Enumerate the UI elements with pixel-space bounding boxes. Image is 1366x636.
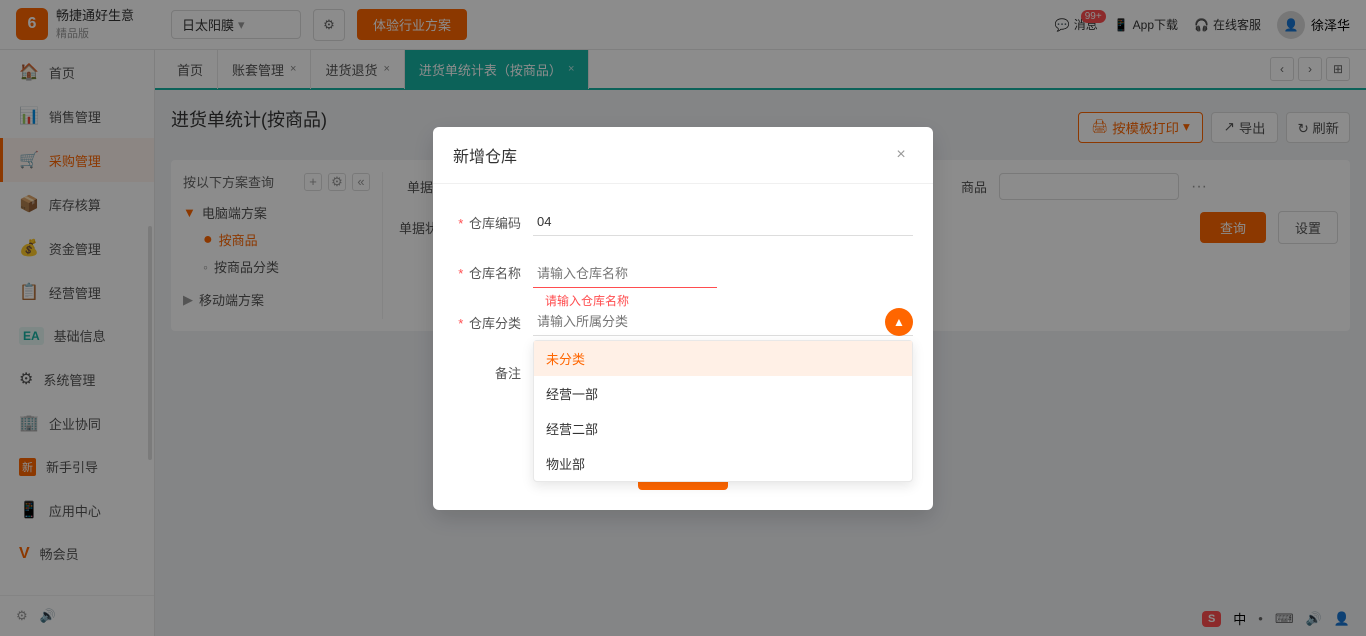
category-dropdown-button[interactable]: ▲: [885, 308, 913, 336]
category-label: * 仓库分类: [453, 308, 533, 340]
dialog-body: * 仓库编码 * 仓库名称 请输入仓库名称 *: [433, 184, 933, 443]
name-input[interactable]: [533, 260, 717, 288]
code-input[interactable]: [533, 208, 913, 236]
note-label: 备注: [453, 358, 533, 390]
category-label-text: 仓库分类: [469, 316, 521, 331]
name-label-text: 仓库名称: [469, 266, 521, 281]
name-error-tip: 请输入仓库名称: [545, 292, 629, 309]
add-warehouse-dialog: 新增仓库 × * 仓库编码 * 仓库名称: [433, 127, 933, 510]
dropdown-item-operation2[interactable]: 经营二部: [534, 411, 912, 446]
dialog-close-button[interactable]: ×: [889, 143, 913, 167]
dropdown-item-uncategorized[interactable]: 未分类: [534, 341, 912, 376]
form-row-code: * 仓库编码: [453, 208, 913, 240]
name-label: * 仓库名称: [453, 258, 533, 290]
dropdown-item-operation1[interactable]: 经营一部: [534, 376, 912, 411]
required-star: *: [458, 216, 463, 231]
code-label: * 仓库编码: [453, 208, 533, 240]
category-dropdown-list: 未分类 经营一部 经营二部 物业部: [533, 340, 913, 482]
category-input[interactable]: [533, 308, 913, 336]
dialog-title: 新增仓库: [453, 143, 517, 167]
category-select-wrapper: ▲ 未分类 经营一部 经营二部 物业部: [533, 308, 913, 336]
form-row-category: * 仓库分类 ▲ 未分类 经营一部 经营二部 物业部: [453, 308, 913, 340]
dialog-header: 新增仓库 ×: [433, 127, 933, 184]
form-row-name: * 仓库名称 请输入仓库名称: [453, 258, 913, 290]
modal-overlay: 新增仓库 × * 仓库编码 * 仓库名称: [0, 0, 1366, 636]
required-star-category: *: [458, 316, 463, 331]
code-label-text: 仓库编码: [469, 216, 521, 231]
required-star-name: *: [458, 266, 463, 281]
dropdown-item-property[interactable]: 物业部: [534, 446, 912, 481]
